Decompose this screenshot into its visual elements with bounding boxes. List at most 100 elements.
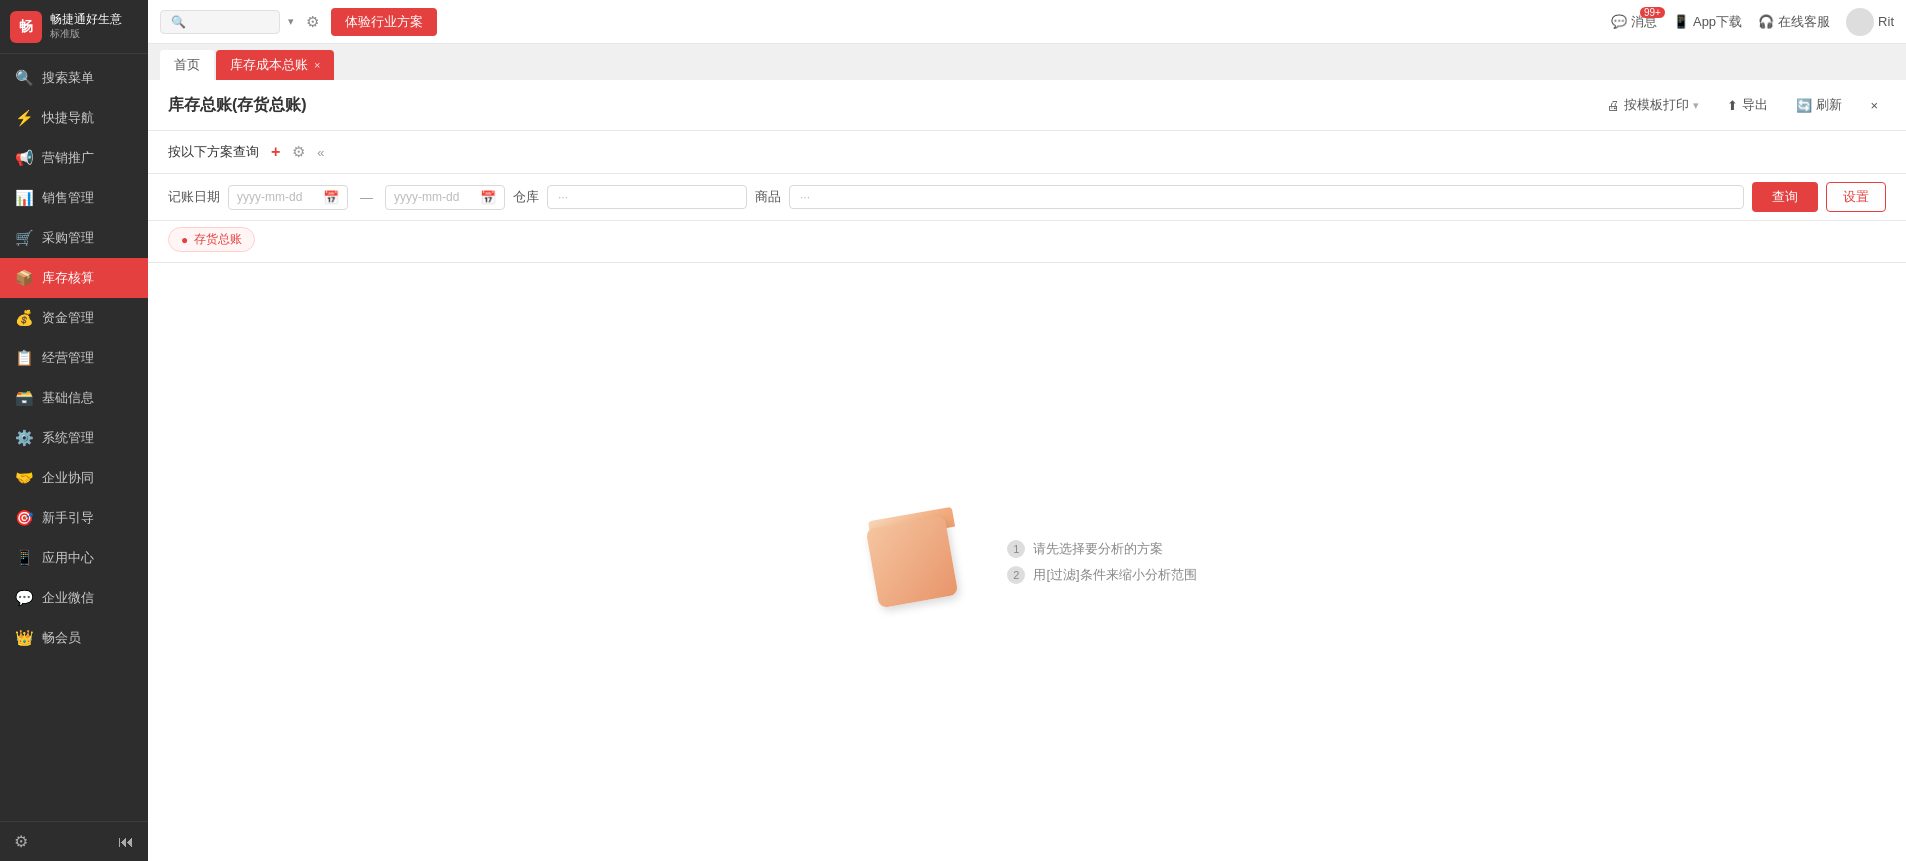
message-badge: 99+ [1640, 7, 1665, 18]
goods-field-label: 商品 [755, 188, 781, 206]
sidebar-item-operation[interactable]: 📋 经营管理 [0, 338, 148, 378]
sidebar-item-label-marketing: 营销推广 [42, 149, 94, 167]
topbar-search-box[interactable]: 🔍 [160, 10, 280, 34]
filter-collapse-button[interactable]: « [317, 145, 324, 160]
online-support-label: 在线客服 [1778, 13, 1830, 31]
print-icon: 🖨 [1607, 98, 1620, 113]
goods-placeholder: ··· [800, 190, 810, 204]
empty-text-block: 1 请先选择要分析的方案 2 用[过滤]条件来缩小分析范围 [1007, 536, 1196, 588]
purchase-icon: 🛒 [14, 228, 34, 248]
user-profile-button[interactable]: Rit [1846, 8, 1894, 36]
filter-add-button[interactable]: + [271, 143, 280, 161]
logo-badge: 标准版 [50, 27, 122, 41]
page-header: 库存总账(存货总账) 🖨 按模板打印 ▾ ⬆ 导出 🔄 刷新 × [148, 80, 1906, 131]
topbar-gear-button[interactable]: ⚙ [302, 9, 323, 35]
sidebar-item-appcenter[interactable]: 📱 应用中心 [0, 538, 148, 578]
page-actions: 🖨 按模板打印 ▾ ⬆ 导出 🔄 刷新 × [1599, 92, 1886, 118]
close-icon: × [1870, 98, 1878, 113]
sidebar-item-shortcut[interactable]: ⚡ 快捷导航 [0, 98, 148, 138]
sidebar-item-newguide[interactable]: 🎯 新手引导 [0, 498, 148, 538]
empty-hint-2: 2 用[过滤]条件来缩小分析范围 [1007, 562, 1196, 588]
tab-inventory-ledger[interactable]: 库存成本总账 × [216, 50, 334, 80]
panel-close-button[interactable]: × [1862, 94, 1886, 117]
sidebar-item-purchase[interactable]: 🛒 采购管理 [0, 218, 148, 258]
sidebar-item-label-shortcut: 快捷导航 [42, 109, 94, 127]
sidebar-item-label-search: 搜索菜单 [42, 69, 94, 87]
warehouse-input[interactable]: ··· [547, 185, 747, 209]
date-from-input[interactable]: yyyy-mm-dd 📅 [228, 185, 348, 210]
sidebar-item-search[interactable]: 🔍 搜索菜单 [0, 58, 148, 98]
appcenter-icon: 📱 [14, 548, 34, 568]
empty-hint-2-text: 用[过滤]条件来缩小分析范围 [1033, 562, 1196, 588]
settings-footer-icon[interactable]: ⚙ [14, 832, 28, 851]
export-button[interactable]: ⬆ 导出 [1719, 92, 1776, 118]
refresh-label: 刷新 [1816, 96, 1842, 114]
filter-bar: 按以下方案查询 + ⚙ « [148, 131, 1906, 174]
audio-footer-icon[interactable]: ⏮ [118, 833, 134, 851]
refresh-button[interactable]: 🔄 刷新 [1788, 92, 1850, 118]
message-button[interactable]: 💬 消息 99+ [1611, 13, 1657, 31]
export-label: 导出 [1742, 96, 1768, 114]
sidebar-item-sales[interactable]: 📊 销售管理 [0, 178, 148, 218]
empty-hint-1: 1 请先选择要分析的方案 [1007, 536, 1196, 562]
sidebar-item-basic[interactable]: 🗃️ 基础信息 [0, 378, 148, 418]
goods-input[interactable]: ··· [789, 185, 1744, 209]
calendar-to-icon: 📅 [480, 190, 496, 205]
filter-label: 按以下方案查询 [168, 143, 259, 161]
sidebar-item-marketing[interactable]: 📢 营销推广 [0, 138, 148, 178]
query-button[interactable]: 查询 [1752, 182, 1818, 212]
tab-home[interactable]: 首页 [160, 50, 214, 80]
industry-solution-button[interactable]: 体验行业方案 [331, 8, 437, 36]
sidebar-item-label-inventory: 库存核算 [42, 269, 94, 287]
system-icon: ⚙️ [14, 428, 34, 448]
logo-title: 畅捷通好生意 [50, 12, 122, 28]
sidebar-item-label-member: 畅会员 [42, 629, 81, 647]
online-support-button[interactable]: 🎧 在线客服 [1758, 13, 1830, 31]
print-dropdown-icon[interactable]: ▾ [1693, 99, 1699, 112]
operation-icon: 📋 [14, 348, 34, 368]
settings-button[interactable]: 设置 [1826, 182, 1886, 212]
warehouse-field-label: 仓库 [513, 188, 539, 206]
sub-filter-item[interactable]: ● 存货总账 [168, 227, 255, 252]
filter-settings-icon[interactable]: ⚙ [292, 143, 305, 161]
member-icon: 👑 [14, 628, 34, 648]
marketing-icon: 📢 [14, 148, 34, 168]
inventory-icon: 📦 [14, 268, 34, 288]
sub-filter-row: ● 存货总账 [148, 221, 1906, 263]
sidebar-item-wechat[interactable]: 💬 企业微信 [0, 578, 148, 618]
export-icon: ⬆ [1727, 98, 1738, 113]
topbar-dropdown-icon[interactable]: ▾ [288, 15, 294, 28]
sidebar-item-label-appcenter: 应用中心 [42, 549, 94, 567]
empty-hint-1-text: 请先选择要分析的方案 [1033, 536, 1163, 562]
app-download-button[interactable]: 📱 App下载 [1673, 13, 1742, 31]
topbar-right: 💬 消息 99+ 📱 App下载 🎧 在线客服 Rit [1611, 8, 1894, 36]
page-title: 库存总账(存货总账) [168, 95, 307, 116]
sidebar-item-enterprise[interactable]: 🤝 企业协同 [0, 458, 148, 498]
print-template-label: 按模板打印 [1624, 96, 1689, 114]
logo-icon: 畅 [10, 11, 42, 43]
sidebar-item-label-basic: 基础信息 [42, 389, 94, 407]
calendar-from-icon: 📅 [323, 190, 339, 205]
print-template-button[interactable]: 🖨 按模板打印 ▾ [1599, 92, 1707, 118]
sidebar-item-inventory[interactable]: 📦 库存核算 [0, 258, 148, 298]
sidebar-item-label-system: 系统管理 [42, 429, 94, 447]
warehouse-placeholder: ··· [558, 190, 568, 204]
wechat-icon: 💬 [14, 588, 34, 608]
message-icon: 💬 [1611, 14, 1627, 29]
box-body-shape [866, 516, 959, 609]
tabs-bar: 首页 库存成本总账 × [148, 44, 1906, 80]
tab-close-icon[interactable]: × [314, 59, 320, 71]
sub-item-label: 存货总账 [194, 231, 242, 248]
basic-icon: 🗃️ [14, 388, 34, 408]
tab-home-label: 首页 [174, 56, 200, 74]
sidebar-item-label-newguide: 新手引导 [42, 509, 94, 527]
sidebar-item-system[interactable]: ⚙️ 系统管理 [0, 418, 148, 458]
sidebar-item-finance[interactable]: 💰 资金管理 [0, 298, 148, 338]
step-num-1: 1 [1007, 540, 1025, 558]
sidebar-item-member[interactable]: 👑 畅会员 [0, 618, 148, 658]
sidebar: 畅 畅捷通好生意 标准版 🔍 搜索菜单 ⚡ 快捷导航 📢 营销推广 📊 销售管理… [0, 0, 148, 861]
date-to-input[interactable]: yyyy-mm-dd 📅 [385, 185, 505, 210]
refresh-icon: 🔄 [1796, 98, 1812, 113]
topbar-left: 🔍 ▾ ⚙ 体验行业方案 [160, 8, 437, 36]
sales-icon: 📊 [14, 188, 34, 208]
